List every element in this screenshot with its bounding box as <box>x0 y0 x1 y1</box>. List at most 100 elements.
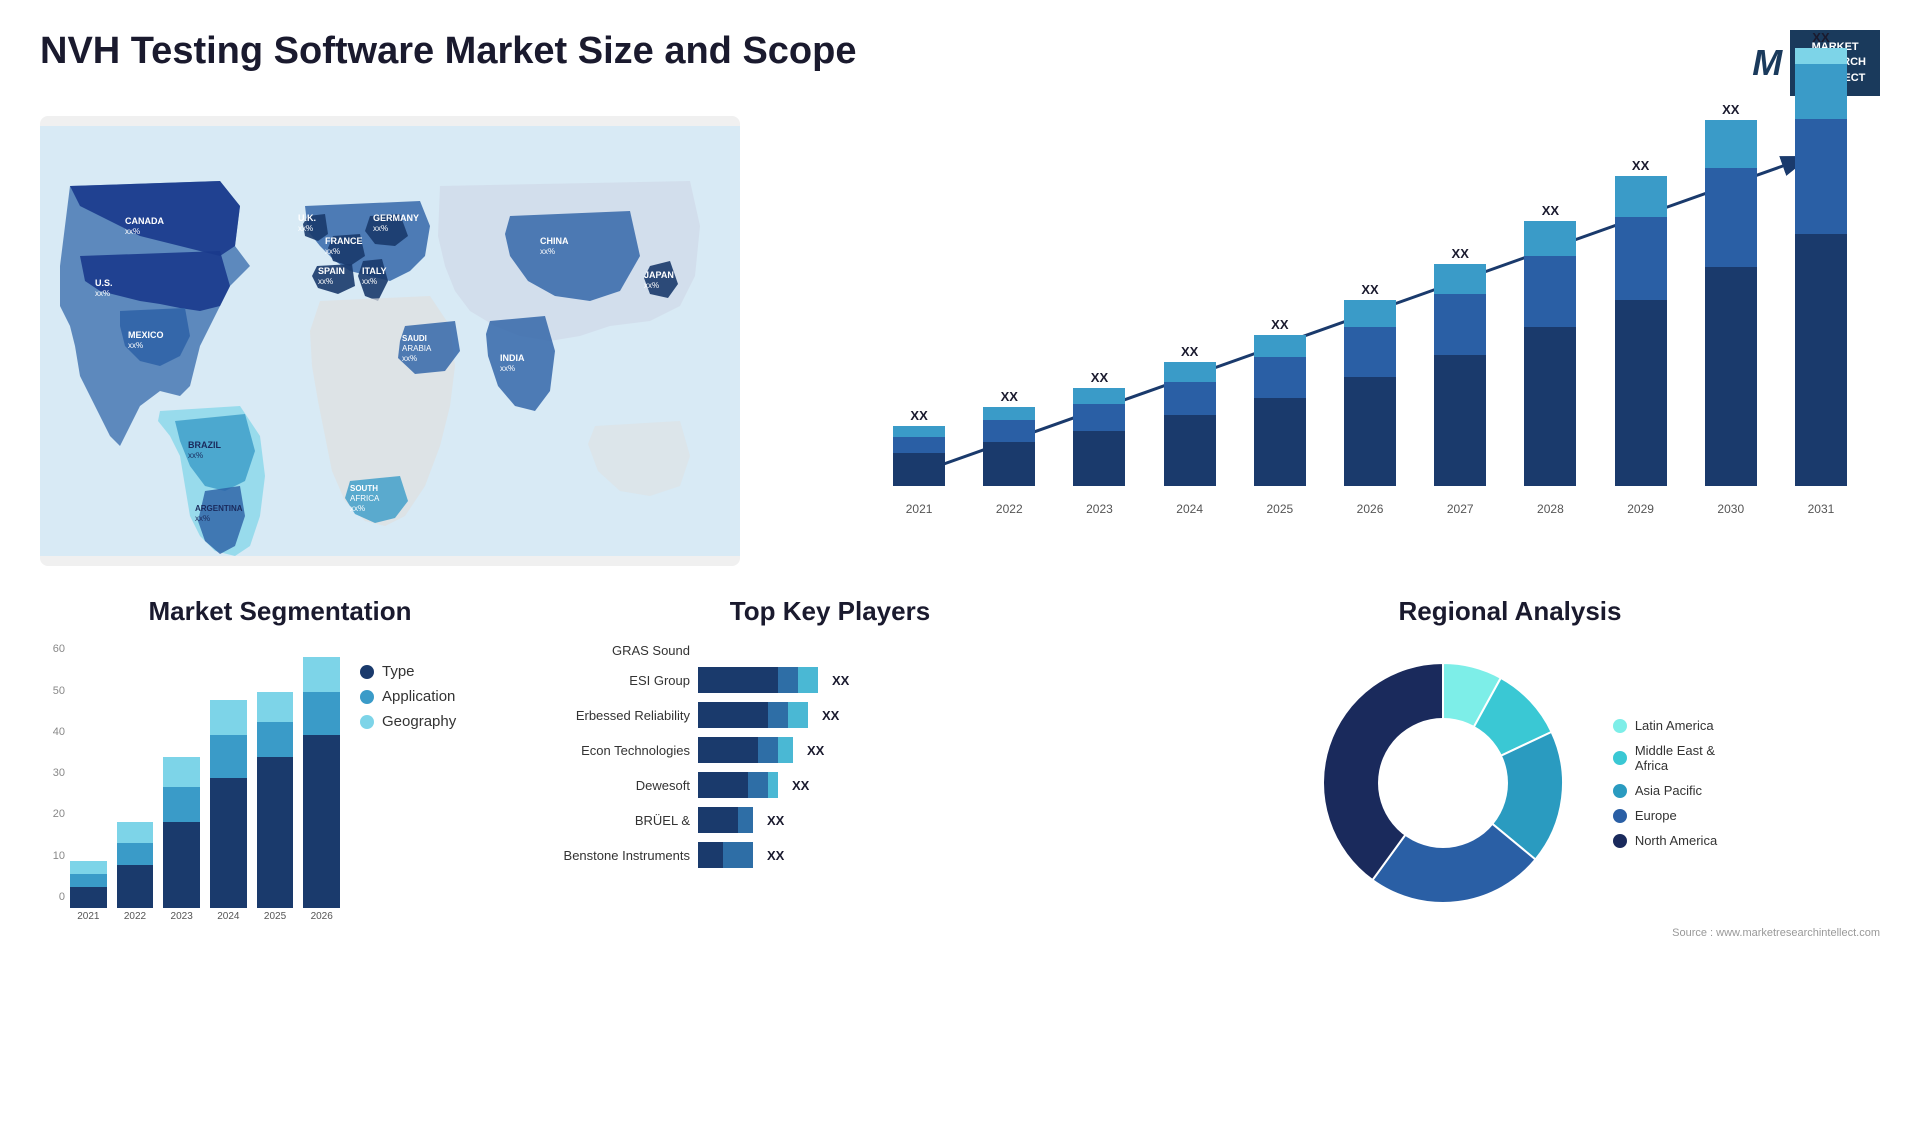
legend-type-dot <box>360 665 374 679</box>
bar-segment-2 <box>1073 388 1125 404</box>
svg-text:xx%: xx% <box>318 277 333 286</box>
map-svg: CANADA xx% U.S. xx% MEXICO xx% BRAZIL xx… <box>40 116 740 566</box>
seg-xlabel-2024: 2024 <box>210 911 247 933</box>
seg-xlabel-2026: 2026 <box>303 911 340 933</box>
bar-xlabel-2028: 2028 <box>1511 491 1589 526</box>
legend-app-dot <box>360 690 374 704</box>
bar-segment-1 <box>1344 327 1396 376</box>
bar-segment-3 <box>1795 48 1847 64</box>
bar-stack-2028 <box>1524 221 1576 486</box>
regional-legend: Latin America Middle East &Africa Asia P… <box>1613 718 1717 848</box>
bar-group-2026: XX <box>1331 282 1409 486</box>
middle-east-label: Middle East &Africa <box>1635 743 1715 773</box>
bar-xlabel-2021: 2021 <box>880 491 958 526</box>
seg-xlabel-2021: 2021 <box>70 911 107 933</box>
seg-bar-2024 <box>210 700 247 908</box>
svg-text:SPAIN: SPAIN <box>318 266 345 276</box>
bar-segment-2 <box>1254 335 1306 357</box>
page-title: NVH Testing Software Market Size and Sco… <box>40 30 856 73</box>
bar-segment-0 <box>1705 267 1757 486</box>
bar-segment-2 <box>1524 221 1576 256</box>
source-text: Source : www.marketresearchintellect.com <box>1140 927 1880 939</box>
donut-container: Latin America Middle East &Africa Asia P… <box>1140 643 1880 923</box>
bar-value-2025: XX <box>1271 317 1288 332</box>
asia-pacific-label: Asia Pacific <box>1635 783 1702 798</box>
seg-bar-2021 <box>70 861 107 909</box>
bar-xlabel-2023: 2023 <box>1060 491 1138 526</box>
seg-xlabel-2022: 2022 <box>117 911 154 933</box>
bar-value-2023: XX <box>1091 370 1108 385</box>
regional-section: Regional Analysis Latin America Middle <box>1140 596 1880 1016</box>
bar-value-2030: XX <box>1722 102 1739 117</box>
svg-text:JAPAN: JAPAN <box>644 270 674 280</box>
seg-bar-segment <box>210 778 247 908</box>
bar-segment-0 <box>1524 327 1576 486</box>
svg-text:SOUTH: SOUTH <box>350 484 378 493</box>
seg-bar-segment <box>70 861 107 874</box>
player-bar <box>698 842 753 868</box>
bar-value-2029: XX <box>1632 158 1649 173</box>
bar-group-2025: XX <box>1241 317 1319 486</box>
seg-xlabel-2023: 2023 <box>163 911 200 933</box>
bar-stack-2026 <box>1344 300 1396 486</box>
regional-title: Regional Analysis <box>1140 596 1880 627</box>
bar-value-2027: XX <box>1452 246 1469 261</box>
bar-stack-2031 <box>1795 48 1847 487</box>
svg-text:xx%: xx% <box>128 341 143 350</box>
seg-bar-segment <box>210 700 247 735</box>
bar-xlabel-2030: 2030 <box>1692 491 1770 526</box>
bar-segment-1 <box>1164 382 1216 415</box>
player-xx: XX <box>767 813 784 828</box>
latin-america-label: Latin America <box>1635 718 1714 733</box>
key-players-title: Top Key Players <box>540 596 1120 627</box>
bars-area: XXXXXXXXXXXXXXXXXXXXXX <box>880 146 1860 486</box>
svg-text:xx%: xx% <box>500 364 515 373</box>
players-list: GRAS SoundESI GroupXXErbessed Reliabilit… <box>540 643 1120 868</box>
seg-bar-2025 <box>257 692 294 909</box>
segmentation-title: Market Segmentation <box>40 596 520 627</box>
middle-east-dot <box>1613 751 1627 765</box>
legend-type: Type <box>360 663 456 680</box>
bar-segment-2 <box>893 426 945 437</box>
seg-chart-area: 0 10 20 30 40 50 60 20212022202320242025… <box>40 643 520 933</box>
bar-segment-0 <box>1615 300 1667 486</box>
svg-text:xx%: xx% <box>188 451 203 460</box>
svg-text:xx%: xx% <box>644 281 659 290</box>
svg-text:xx%: xx% <box>195 514 210 523</box>
player-name: Econ Technologies <box>540 743 690 758</box>
seg-xlabel-2025: 2025 <box>257 911 294 933</box>
bar-group-2024: XX <box>1151 344 1229 486</box>
bar-segment-1 <box>1705 168 1757 267</box>
player-name: BRÜEL & <box>540 813 690 828</box>
bar-segment-2 <box>1795 64 1847 119</box>
seg-bar-segment <box>257 757 294 909</box>
svg-text:AFRICA: AFRICA <box>350 494 380 503</box>
bar-stack-2023 <box>1073 388 1125 487</box>
svg-text:xx%: xx% <box>350 504 365 513</box>
bar-stack-2021 <box>893 426 945 486</box>
bar-xlabel-2031: 2031 <box>1782 491 1860 526</box>
bar-segment-1 <box>893 437 945 453</box>
bar-segment-1 <box>1524 256 1576 327</box>
player-bar <box>698 667 818 693</box>
segmentation-section: Market Segmentation 0 10 20 30 40 50 60 … <box>40 596 520 1016</box>
svg-text:ARGENTINA: ARGENTINA <box>195 504 243 513</box>
bar-segment-1 <box>1434 294 1486 354</box>
svg-text:GERMANY: GERMANY <box>373 213 419 223</box>
legend-north-america: North America <box>1613 833 1717 848</box>
bar-xlabel-2026: 2026 <box>1331 491 1409 526</box>
player-name: ESI Group <box>540 673 690 688</box>
bar-segment-2 <box>1164 362 1216 382</box>
svg-text:xx%: xx% <box>125 227 140 236</box>
bar-xlabel-2029: 2029 <box>1602 491 1680 526</box>
bar-stack-2025 <box>1254 335 1306 486</box>
seg-bar-segment <box>210 735 247 778</box>
seg-bar-segment <box>163 787 200 822</box>
seg-legend: Type Application Geography <box>360 643 456 730</box>
bar-stack-2030 <box>1705 120 1757 486</box>
svg-text:xx%: xx% <box>540 247 555 256</box>
svg-text:ITALY: ITALY <box>362 266 387 276</box>
seg-bar-segment <box>117 822 154 844</box>
seg-bar-2023 <box>163 757 200 909</box>
bar-value-2024: XX <box>1181 344 1198 359</box>
